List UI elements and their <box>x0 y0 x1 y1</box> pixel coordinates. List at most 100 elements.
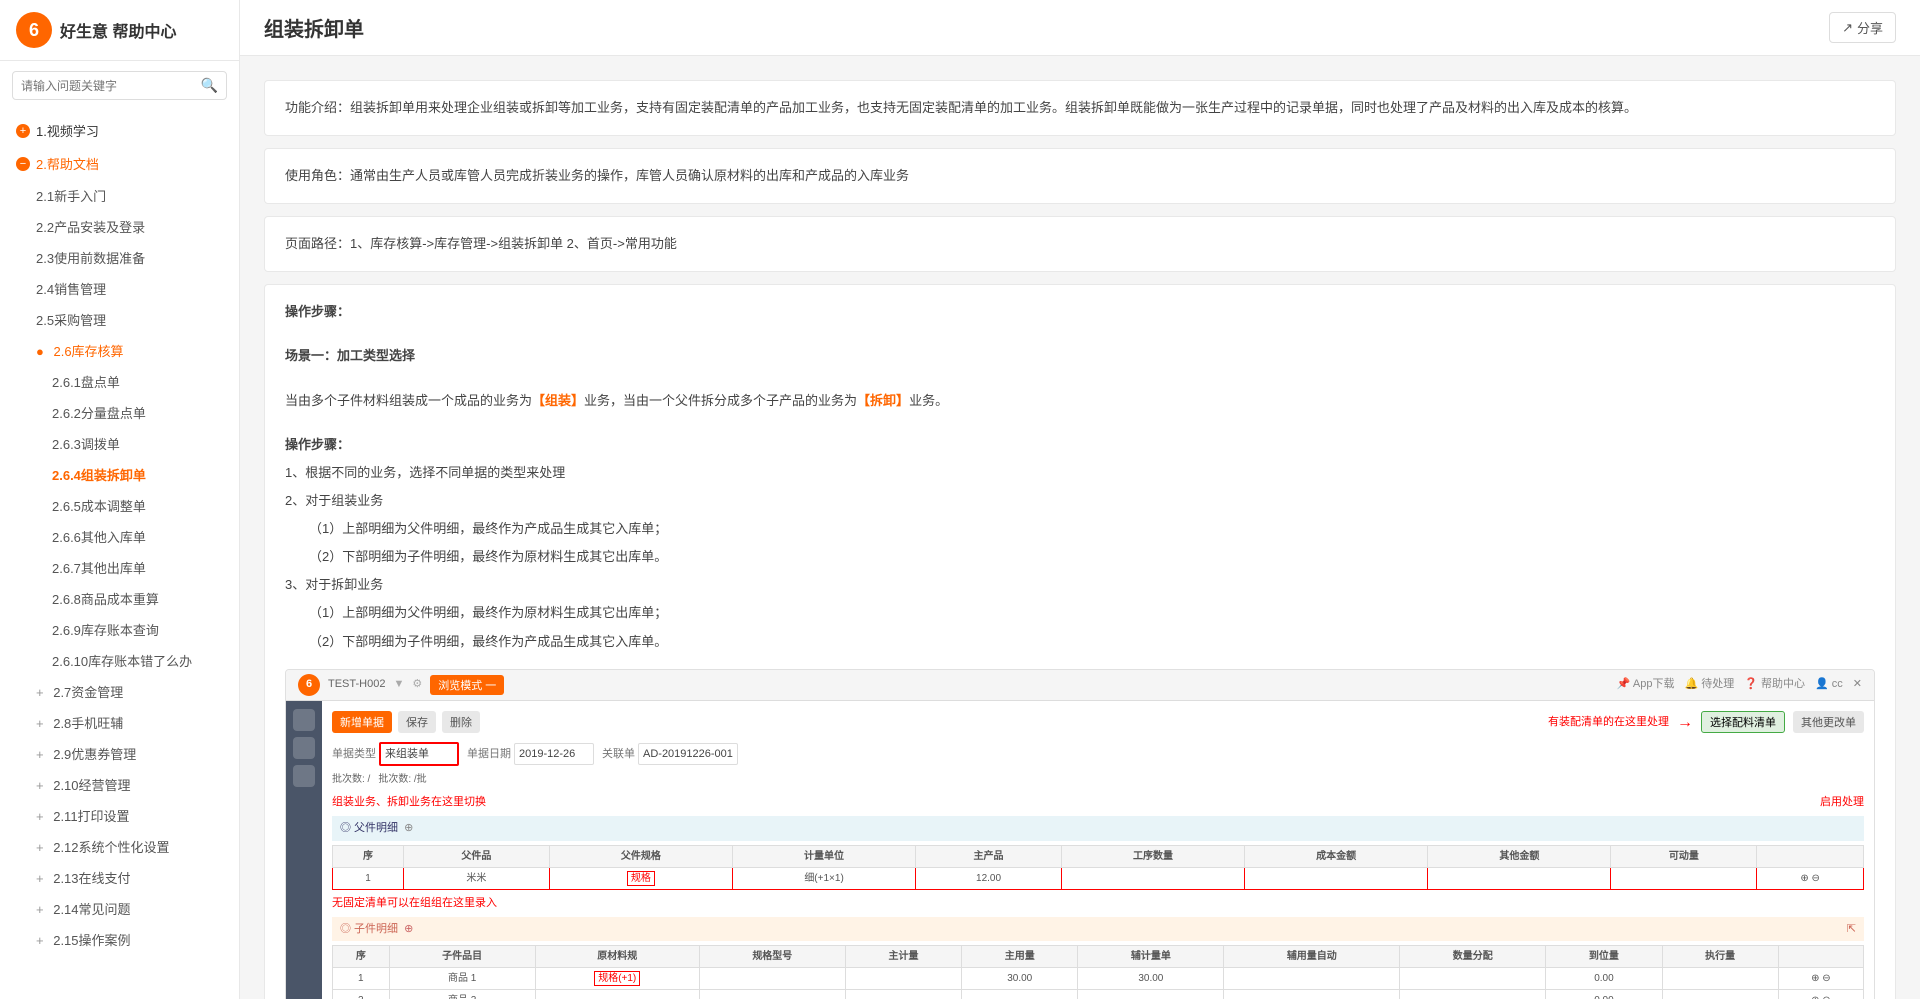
plus-icon-s28: + <box>36 716 44 731</box>
sidebar-item-s261[interactable]: 2.6.1盘点单 <box>0 366 239 397</box>
nav-dot-1[interactable] <box>293 709 315 731</box>
step3: 3、对于拆卸业务 <box>285 574 1875 596</box>
sidebar-item-s211[interactable]: + 2.11打印设置 <box>0 800 239 831</box>
save-button[interactable]: 保存 <box>398 711 436 733</box>
sidebar-item-s21[interactable]: 2.1新手入门 <box>0 180 239 211</box>
sidebar-item-s212[interactable]: + 2.12系统个性化设置 <box>0 831 239 862</box>
step2: 2、对于组装业务 <box>285 490 1875 512</box>
sidebar-item-s26[interactable]: ● 2.6库存核算 <box>0 335 239 366</box>
cell-unit-1: 细(+1×1) <box>732 867 915 889</box>
nav-dot-2[interactable] <box>293 737 315 759</box>
sidebar-item-s22[interactable]: 2.2产品安装及登录 <box>0 211 239 242</box>
cell-seq-1: 1 <box>333 867 404 889</box>
expand-icon[interactable]: ⇱ <box>1847 920 1856 939</box>
search-box[interactable]: 🔍 <box>12 71 227 100</box>
child-cell-item-2: 商品 2 <box>389 990 535 999</box>
sidebar-item-s210[interactable]: + 2.10经营管理 <box>0 769 239 800</box>
col-process-qty: 工序数量 <box>1061 845 1244 867</box>
role-card: 使用角色：通常由生产人员或库管人员完成折装业务的操作，库管人员确认原材料的出库和… <box>264 148 1896 204</box>
annotation-area-top: 有装配清单的在这里处理 → 选择配料清单 其他更改单 <box>1548 709 1864 736</box>
col-avail: 可动量 <box>1611 845 1757 867</box>
child-cell-exec-1 <box>1662 968 1778 990</box>
child-cell-act-2: ⊕ ⊖ <box>1778 990 1863 999</box>
sidebar-item-s28[interactable]: + 2.8手机旺辅 <box>0 707 239 738</box>
search-input[interactable] <box>21 79 201 93</box>
sidebar-item-s265[interactable]: 2.6.5成本调整单 <box>0 490 239 521</box>
app-content: 新增单据 保存 删除 有装配清单的在这里处理 → 选择配料清单 其他更改单 <box>286 701 1874 999</box>
sidebar-item-s215[interactable]: + 2.15操作案例 <box>0 924 239 955</box>
child-col-item: 子件品目 <box>389 946 535 968</box>
sidebar-item-s263[interactable]: 2.6.3调拨单 <box>0 428 239 459</box>
share-button[interactable]: ↗ 分享 <box>1829 12 1896 43</box>
sidebar-item-s29[interactable]: + 2.9优惠券管理 <box>0 738 239 769</box>
scene1-title: 场景一：加工类型选择 <box>285 345 1875 367</box>
sidebar-item-docs[interactable]: − 2.帮助文档 <box>0 147 239 180</box>
more-btn[interactable]: 其他更改单 <box>1793 711 1864 733</box>
annotation-arrow-top: → <box>1677 709 1693 736</box>
select-bom-button[interactable]: 选择配料清单 <box>1701 711 1785 733</box>
logo-icon: 6 <box>16 12 52 48</box>
child-table: 序 子件品目 原材料规 规格型号 主计量 主用量 辅计量单 辅用量自动 数量分配 <box>332 945 1864 999</box>
child-cell-aux-qty-2 <box>1224 990 1400 999</box>
col-cost: 成本金额 <box>1245 845 1428 867</box>
app-dropdown-icon: ▼ <box>393 675 404 694</box>
child-table-header: 序 子件品目 原材料规 规格型号 主计量 主用量 辅计量单 辅用量自动 数量分配 <box>333 946 1864 968</box>
settings-icon: ⚙ <box>412 675 422 694</box>
form-row: 单据类型 来组装单 单据日期 2019-12-26 关联单 AD-2019122… <box>332 742 1864 767</box>
child-col-dist: 数量分配 <box>1400 946 1546 968</box>
child-cell-arrive-2: 0.00 <box>1546 990 1662 999</box>
cell-other-1 <box>1428 867 1611 889</box>
sidebar-item-s24[interactable]: 2.4销售管理 <box>0 273 239 304</box>
child-cell-qty-2 <box>962 990 1078 999</box>
sidebar-item-s266[interactable]: 2.6.6其他入库单 <box>0 521 239 552</box>
qty-per-label: 批次数: /批 <box>378 771 426 788</box>
new-button[interactable]: 新增单据 <box>332 711 392 733</box>
child-col-act <box>1778 946 1863 968</box>
date-label: 单据日期 <box>467 745 511 764</box>
child-cell-spec-2 <box>699 990 845 999</box>
minus-icon-s26: ● <box>36 344 44 359</box>
cell-cost-1 <box>1245 867 1428 889</box>
date-value[interactable]: 2019-12-26 <box>514 743 594 766</box>
plus-icon-s213: + <box>36 871 44 886</box>
path-text: 页面路径：1、库存核算->库存管理->组装拆卸单 2、首页->常用功能 <box>285 233 1875 255</box>
app-icon-2: 🔔 待处理 <box>1684 675 1734 694</box>
sidebar-item-s269[interactable]: 2.6.9库存账本查询 <box>0 614 239 645</box>
child-cell-raw-2 <box>535 990 699 999</box>
type-field: 单据类型 来组装单 <box>332 742 459 767</box>
sidebar-item-s2610[interactable]: 2.6.10库存账本错了么办 <box>0 645 239 676</box>
sidebar-item-s262[interactable]: 2.6.2分量盘点单 <box>0 397 239 428</box>
app-main-area: 新增单据 保存 删除 有装配清单的在这里处理 → 选择配料清单 其他更改单 <box>322 701 1874 999</box>
cell-spec-1: 规格 <box>549 867 732 889</box>
child-cell-aux-unit-1: 30.00 <box>1078 968 1224 990</box>
sidebar-item-s214[interactable]: + 2.14常见问题 <box>0 893 239 924</box>
child-col-aux-qty: 辅用量自动 <box>1224 946 1400 968</box>
annotation-mid: 组装业务、拆卸业务在这里切换 启用处理 <box>332 793 1864 812</box>
cell-avail-1 <box>1611 867 1757 889</box>
app-icon-1: 📌 App下载 <box>1617 675 1675 694</box>
nav-mode-button[interactable]: 浏览模式 一 <box>430 675 504 695</box>
sidebar-item-s213[interactable]: + 2.13在线支付 <box>0 862 239 893</box>
sidebar-item-s27[interactable]: + 2.7资金管理 <box>0 676 239 707</box>
annotation-bottom: 无固定清单可以在组组在这里录入 <box>332 894 1864 913</box>
child-table-row-2: 2 商品 2 0.00 <box>333 990 1864 999</box>
search-icon[interactable]: 🔍 <box>201 77 218 94</box>
sidebar-item-video[interactable]: + 1.视频学习 <box>0 114 239 147</box>
close-icon[interactable]: ✕ <box>1853 675 1862 694</box>
delete-button[interactable]: 删除 <box>442 711 480 733</box>
sidebar-item-s264[interactable]: 2.6.4组装拆卸单 <box>0 459 239 490</box>
steps-card: 操作步骤： 场景一：加工类型选择 当由多个子件材料组装成一个成品的业务为【组装】… <box>264 284 1896 999</box>
cell-main-qty-1: 12.00 <box>916 867 1062 889</box>
detail-value[interactable]: AD-20191226-001 <box>638 743 738 766</box>
sidebar-item-s25[interactable]: 2.5采购管理 <box>0 304 239 335</box>
type-value[interactable]: 来组装单 <box>379 742 459 767</box>
sidebar-item-s267[interactable]: 2.6.7其他出库单 <box>0 552 239 583</box>
nav-dot-3[interactable] <box>293 765 315 787</box>
app-icon-3: ❓ 帮助中心 <box>1744 675 1805 694</box>
sidebar-item-s23[interactable]: 2.3使用前数据准备 <box>0 242 239 273</box>
detail-field: 关联单 AD-20191226-001 <box>602 743 738 766</box>
sidebar-item-s268[interactable]: 2.6.8商品成本重算 <box>0 583 239 614</box>
date-field: 单据日期 2019-12-26 <box>467 743 594 766</box>
step2-sub2: （2）下部明细为子件明细，最终作为原材料生成其它出库单。 <box>309 546 1875 568</box>
child-cell-dist-2 <box>1400 990 1546 999</box>
